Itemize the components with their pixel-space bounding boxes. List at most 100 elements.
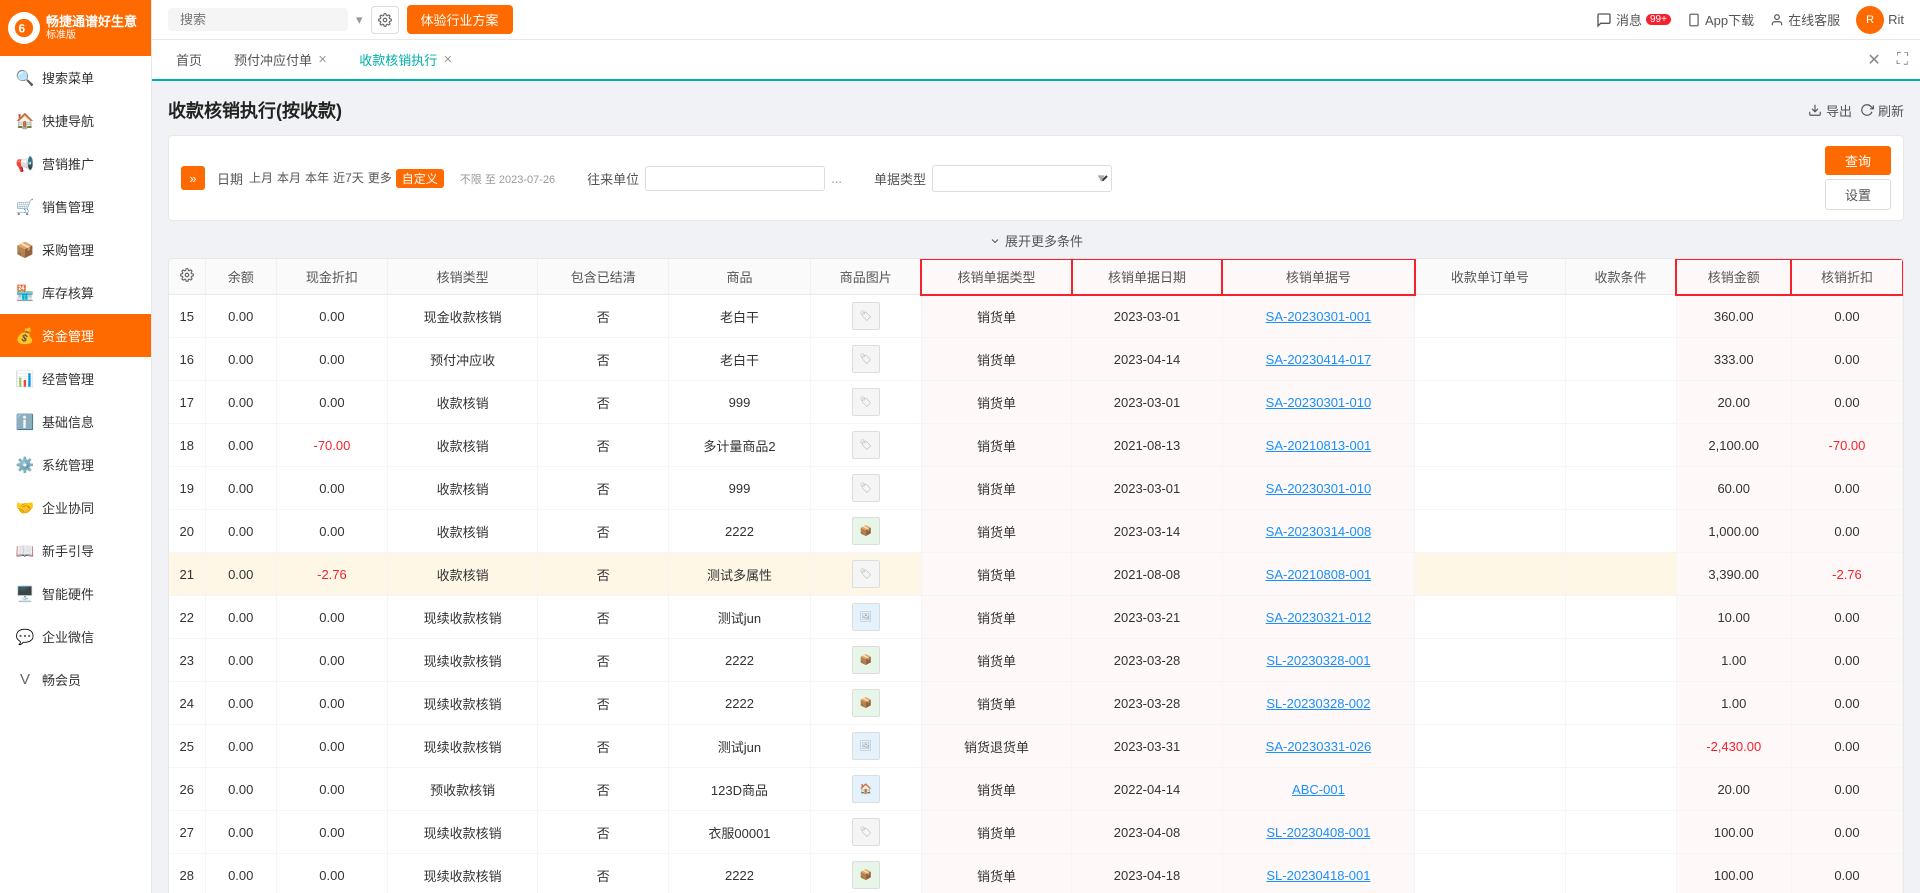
bill-no-link[interactable]: ABC-001 [1292,782,1345,797]
query-btn[interactable]: 查询 [1825,146,1891,175]
date-this-year[interactable]: 本年 [305,169,329,188]
bill-no-link[interactable]: SA-20230301-010 [1266,395,1372,410]
search-input[interactable] [168,8,348,31]
app-download-btn[interactable]: App下载 [1687,10,1754,29]
settings-btn[interactable] [371,6,399,34]
hardware-icon: 🖥️ [16,585,34,603]
bill-no-link[interactable]: SA-20210808-001 [1266,567,1372,582]
sidebar-item-basic[interactable]: ℹ️ 基础信息 [0,400,151,443]
sidebar-item-collab[interactable]: 🤝 企业协同 [0,486,151,529]
cell-receipt-no [1415,381,1565,424]
cell-id: 19 [169,467,205,510]
sidebar-item-finance[interactable]: 💰 资金管理 [0,314,151,357]
goods-thumb: 🏷 [852,388,880,416]
cell-bill-no: ABC-001 [1222,768,1414,811]
user-avatar[interactable]: R Rit [1856,6,1904,34]
sidebar-item-operations[interactable]: 📊 经营管理 [0,357,151,400]
date-custom[interactable]: 自定义 [396,169,444,188]
page-header: 收款核销执行(按收款) 导出 刷新 [168,97,1904,123]
user-name: Rit [1888,12,1904,27]
cell-bill-no: SL-20230328-001 [1222,639,1414,682]
filter-expand-arrow[interactable]: » [181,166,205,190]
cell-included: 否 [538,682,669,725]
cell-bill-type: 销货单 [921,854,1071,893]
goods-thumb: 🏷 [852,818,880,846]
cell-receipt-cond [1565,725,1676,768]
online-service-btn[interactable]: 在线客服 [1770,10,1840,29]
cell-included: 否 [538,811,669,854]
refresh-btn[interactable]: 刷新 [1860,101,1904,120]
industry-solution-btn[interactable]: 体验行业方案 [407,5,513,34]
tab-writeoff-close[interactable]: ✕ [443,53,452,66]
expand-more-btn[interactable]: 展开更多条件 [989,231,1083,250]
sidebar-item-search[interactable]: 🔍 搜索菜单 [0,56,151,99]
bill-no-link[interactable]: SA-20230331-026 [1266,739,1372,754]
tab-close-all-btn[interactable]: ✕ [1863,46,1884,74]
bill-type-select[interactable] [932,165,1112,192]
sidebar-item-nav[interactable]: 🏠 快捷导航 [0,99,151,142]
bill-no-link[interactable]: SL-20230328-001 [1266,653,1370,668]
dropdown-arrow[interactable]: ▾ [356,12,363,28]
cell-bill-date: 2023-03-21 [1072,596,1222,639]
sidebar-item-wechat[interactable]: 💬 企业微信 [0,615,151,658]
sidebar-item-system[interactable]: ⚙️ 系统管理 [0,443,151,486]
bill-no-link[interactable]: SA-20210813-001 [1266,438,1372,453]
cell-bill-no: SA-20230331-026 [1222,725,1414,768]
cell-goods: 测试jun [669,596,811,639]
cell-cash-discount: 0.00 [276,682,387,725]
goods-thumb: 🏷 [852,302,880,330]
tab-writeoff[interactable]: 收款核销执行 ✕ [343,40,468,81]
from-unit-input[interactable] [645,166,825,191]
tab-prepay-close[interactable]: ✕ [318,53,327,66]
cell-balance: 0.00 [205,768,276,811]
message-btn[interactable]: 消息 99+ [1596,10,1671,29]
cell-goods-img: 🏷 [810,553,921,596]
bill-no-link[interactable]: SA-20230301-010 [1266,481,1372,496]
cell-type: 预收款核销 [387,768,537,811]
sidebar-item-marketing[interactable]: 📢 营销推广 [0,142,151,185]
sidebar-item-member[interactable]: V 畅会员 [0,658,151,701]
main-area: ▾ 体验行业方案 消息 99+ App下载 在线客服 R Rit [152,0,1920,893]
bill-no-link[interactable]: SL-20230408-001 [1266,825,1370,840]
sidebar-item-purchase[interactable]: 📦 采购管理 [0,228,151,271]
date-more[interactable]: 更多 [368,169,392,188]
sidebar-item-hardware[interactable]: 🖥️ 智能硬件 [0,572,151,615]
bill-no-link[interactable]: SL-20230328-002 [1266,696,1370,711]
cell-cash-discount: 0.00 [276,639,387,682]
tab-expand-btn[interactable]: ⛶ [1893,47,1912,73]
cell-goods-img: 📦 [810,510,921,553]
cell-bill-no: SA-20230414-017 [1222,338,1414,381]
col-goods: 商品 [669,259,811,295]
cell-receipt-cond [1565,467,1676,510]
table-row: 150.000.00现金收款核销否老白干🏷销货单2023-03-01SA-202… [169,295,1903,338]
cell-bill-type: 销货单 [921,295,1071,338]
date-7days[interactable]: 近7天 [333,169,364,188]
cell-id: 17 [169,381,205,424]
bill-no-link[interactable]: SL-20230418-001 [1266,868,1370,883]
tab-home[interactable]: 首页 [160,40,218,81]
date-last-month[interactable]: 上月 [249,169,273,188]
sidebar-item-inventory[interactable]: 🏪 库存核算 [0,271,151,314]
date-this-month[interactable]: 本月 [277,169,301,188]
bill-no-link[interactable]: SA-20230301-001 [1266,309,1372,324]
cell-cash-discount: 0.00 [276,467,387,510]
table-row: 240.000.00现续收款核销否2222📦销货单2023-03-28SL-20… [169,682,1903,725]
cell-goods-img: 🏠 [810,768,921,811]
bill-no-link[interactable]: SA-20230321-012 [1266,610,1372,625]
cell-goods: 2222 [669,510,811,553]
cell-included: 否 [538,854,669,893]
col-settings[interactable] [169,259,205,295]
cell-receipt-cond [1565,424,1676,467]
cell-id: 27 [169,811,205,854]
setting-btn[interactable]: 设置 [1825,179,1891,210]
cell-goods-img: 🏷 [810,811,921,854]
sidebar-item-guide[interactable]: 📖 新手引导 [0,529,151,572]
tab-prepay[interactable]: 预付冲应付单 ✕ [218,40,343,81]
sidebar-item-sales[interactable]: 🛒 销售管理 [0,185,151,228]
export-btn[interactable]: 导出 [1808,101,1852,120]
cell-bill-no: SA-20210813-001 [1222,424,1414,467]
cell-bill-type: 销货单 [921,682,1071,725]
cell-bill-no: SL-20230418-001 [1222,854,1414,893]
bill-no-link[interactable]: SA-20230414-017 [1266,352,1372,367]
bill-no-link[interactable]: SA-20230314-008 [1266,524,1372,539]
